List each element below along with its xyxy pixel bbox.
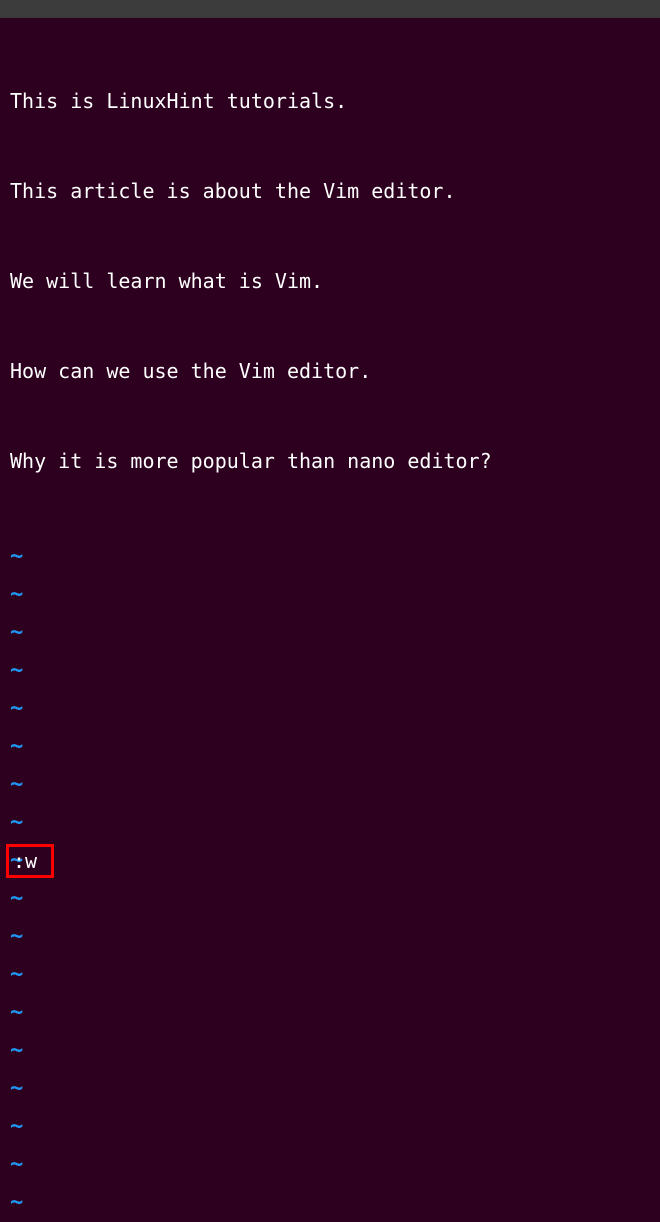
- tilde-icon: ~: [10, 1146, 650, 1184]
- terminal-title-bar: [0, 0, 660, 18]
- tilde-icon: ~: [10, 842, 650, 880]
- buffer-line: Why it is more popular than nano editor?: [10, 446, 650, 476]
- tilde-icon: ~: [10, 956, 650, 994]
- tilde-icon: ~: [10, 728, 650, 766]
- buffer-line: How can we use the Vim editor.: [10, 356, 650, 386]
- buffer-content[interactable]: This is LinuxHint tutorials. This articl…: [10, 26, 650, 536]
- tilde-icon: ~: [10, 804, 650, 842]
- tilde-icon: ~: [10, 766, 650, 804]
- buffer-line: We will learn what is Vim.: [10, 266, 650, 296]
- tilde-icon: ~: [10, 690, 650, 728]
- buffer-line: This is LinuxHint tutorials.: [10, 86, 650, 116]
- tilde-icon: ~: [10, 918, 650, 956]
- tilde-icon: ~: [10, 880, 650, 918]
- tilde-icon: ~: [10, 994, 650, 1032]
- command-highlight-box: :w: [6, 844, 54, 878]
- tilde-icon: ~: [10, 538, 650, 576]
- tilde-icon: ~: [10, 1108, 650, 1146]
- empty-line-markers: ~~~~~~~~~~~~~~~~~~: [10, 536, 650, 1222]
- tilde-icon: ~: [10, 614, 650, 652]
- tilde-icon: ~: [10, 1184, 650, 1222]
- tilde-icon: ~: [10, 1070, 650, 1108]
- vim-editor-area[interactable]: This is LinuxHint tutorials. This articl…: [0, 18, 660, 884]
- tilde-icon: ~: [10, 576, 650, 614]
- vim-command-line[interactable]: :w: [13, 849, 37, 873]
- tilde-icon: ~: [10, 652, 650, 690]
- tilde-icon: ~: [10, 1032, 650, 1070]
- buffer-line: This article is about the Vim editor.: [10, 176, 650, 206]
